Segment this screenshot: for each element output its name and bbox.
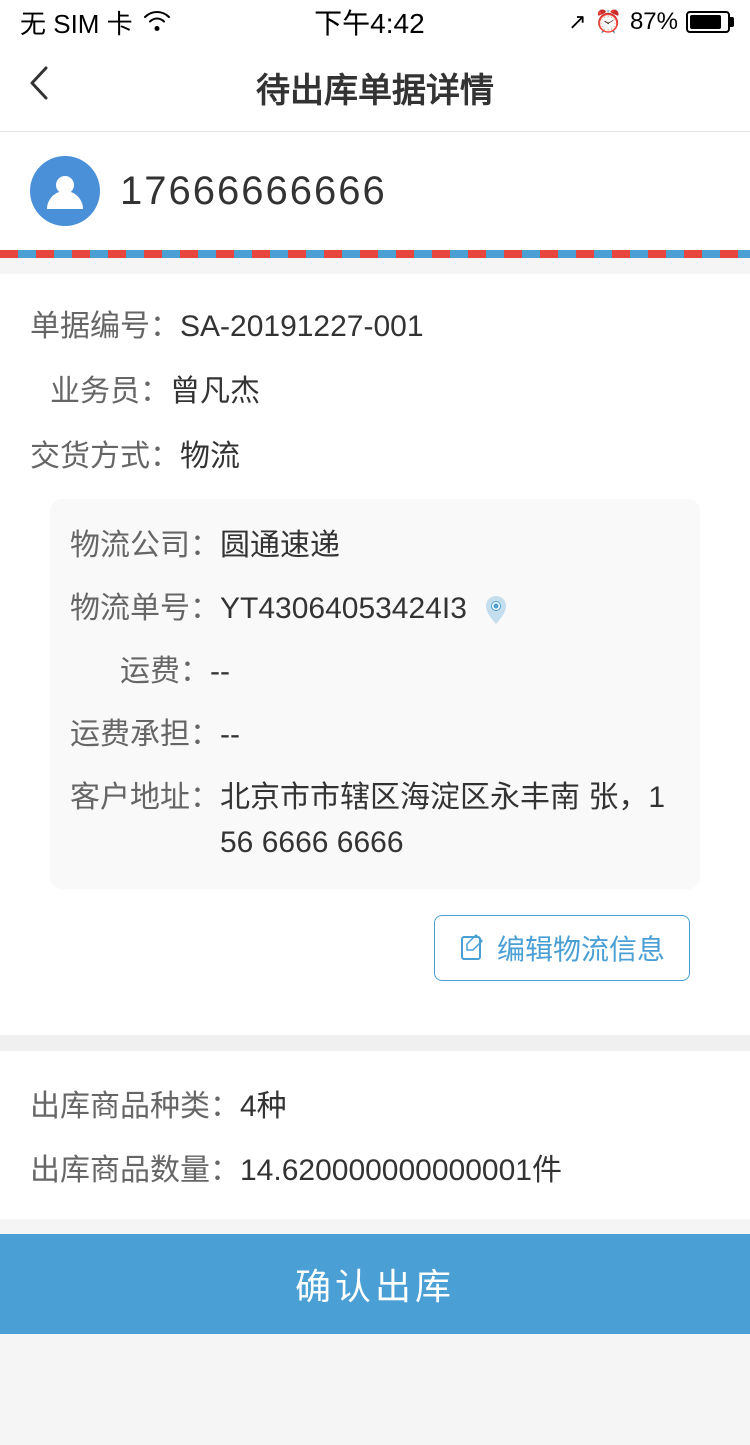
document-no-row: 单据编号： SA-20191227-001	[30, 304, 720, 349]
edit-btn-row: 编辑物流信息	[30, 899, 720, 1005]
logistics-company-value: 圆通速递	[220, 523, 680, 568]
status-right: ↗ ⏰ 87%	[568, 8, 730, 36]
edit-logistics-button[interactable]: 编辑物流信息	[434, 915, 690, 981]
product-types-label: 出库商品种类：	[30, 1081, 240, 1125]
product-types-value: 4种	[240, 1081, 720, 1125]
status-time: 下午4:42	[314, 2, 425, 42]
freight-row: 运费： --	[70, 649, 680, 694]
delivery-method-value: 物流	[180, 434, 720, 479]
nav-bar: 待出库单据详情	[0, 44, 750, 132]
status-bar: 无 SIM 卡 下午4:42 ↗ ⏰ 87%	[0, 0, 750, 44]
status-left: 无 SIM 卡	[20, 4, 171, 41]
section-separator-1	[0, 1035, 750, 1051]
sales-person-label: 业务员：	[30, 369, 170, 414]
carrier-text: 无 SIM 卡	[20, 4, 133, 41]
sales-person-value: 曾凡杰	[170, 369, 720, 414]
location-status-icon: ↗	[568, 9, 586, 35]
freight-value: --	[210, 649, 680, 694]
user-phone: 17666666666	[120, 169, 387, 214]
wifi-icon	[143, 7, 171, 38]
tracking-no-value: YT43064053424I3	[220, 586, 680, 631]
product-types-row: 出库商品种类： 4种	[30, 1081, 720, 1125]
back-button[interactable]	[28, 65, 50, 110]
freight-bearer-row: 运费承担： --	[70, 712, 680, 757]
delivery-method-row: 交货方式： 物流	[30, 434, 720, 479]
logistics-company-row: 物流公司： 圆通速递	[70, 523, 680, 568]
avatar-icon	[43, 169, 87, 213]
address-label: 客户地址：	[70, 775, 220, 820]
freight-bearer-value: --	[220, 712, 680, 757]
battery-icon	[686, 11, 730, 33]
address-row: 客户地址： 北京市市辖区海淀区永丰南 张，156 6666 6666	[70, 775, 680, 865]
battery-percent: 87%	[630, 8, 678, 36]
product-quantity-row: 出库商品数量： 14.620000000000001件	[30, 1145, 720, 1189]
sales-person-row: 业务员： 曾凡杰	[30, 369, 720, 414]
document-no-value: SA-20191227-001	[180, 304, 720, 349]
freight-bearer-label: 运费承担：	[70, 712, 220, 757]
product-section: 出库商品种类： 4种 出库商品数量： 14.620000000000001件	[0, 1051, 750, 1219]
edit-logistics-label: 编辑物流信息	[497, 928, 665, 968]
address-value: 北京市市辖区海淀区永丰南 张，156 6666 6666	[220, 775, 680, 865]
edit-icon	[459, 934, 487, 962]
page-title: 待出库单据详情	[256, 63, 494, 112]
logistics-card: 物流公司： 圆通速递 物流单号： YT43064053424I3 运费： -	[50, 499, 700, 889]
dashed-divider	[0, 250, 750, 258]
logistics-company-label: 物流公司：	[70, 523, 220, 568]
freight-label: 运费：	[70, 649, 210, 694]
confirm-label: 确认出库	[295, 1258, 455, 1310]
order-info-section: 单据编号： SA-20191227-001 业务员： 曾凡杰 交货方式： 物流 …	[0, 274, 750, 1035]
product-quantity-value: 14.620000000000001件	[240, 1145, 720, 1189]
alarm-icon: ⏰	[595, 9, 622, 35]
avatar	[30, 156, 100, 226]
product-quantity-label: 出库商品数量：	[30, 1145, 240, 1189]
map-location-icon[interactable]	[479, 592, 513, 626]
document-no-label: 单据编号：	[30, 304, 180, 349]
user-section: 17666666666	[0, 132, 750, 250]
tracking-no-row: 物流单号： YT43064053424I3	[70, 586, 680, 631]
delivery-method-label: 交货方式：	[30, 434, 180, 479]
tracking-no-label: 物流单号：	[70, 586, 220, 631]
confirm-button[interactable]: 确认出库	[0, 1234, 750, 1334]
